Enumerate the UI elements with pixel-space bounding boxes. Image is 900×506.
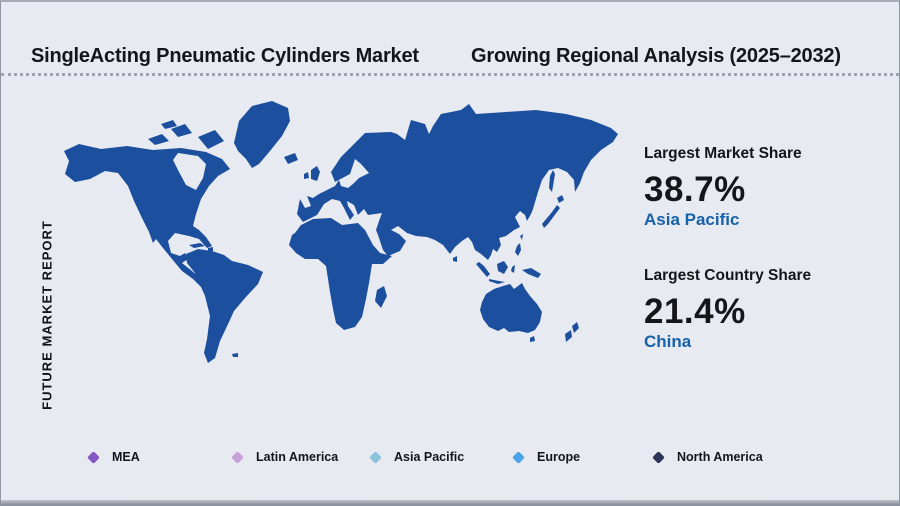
legend-item-mea: MEA (87, 449, 140, 465)
europe-dot-icon (512, 450, 525, 464)
stat-country-share-label: Largest Country Share (644, 267, 812, 284)
mea-dot-icon (87, 450, 100, 464)
legend-item-asia-pacific: Asia Pacific (369, 449, 465, 465)
world-map (64, 101, 618, 363)
infographic-root: SingleActing Pneumatic Cylinders Market … (0, 0, 900, 506)
legend-label: North America (677, 450, 763, 464)
north-america-dot-icon (652, 450, 665, 464)
legend-label: MEA (112, 450, 140, 464)
stat-market-share-label: Largest Market Share (644, 145, 802, 162)
legend-label: Europe (537, 450, 581, 464)
legend-label: Latin America (256, 450, 339, 464)
dotted-divider (1, 73, 899, 76)
legend-item-europe: Europe (512, 449, 581, 465)
page-subtitle: Growing Regional Analysis (2025–2032) (471, 45, 841, 67)
latin-america-dot-icon (231, 450, 244, 464)
stat-market-share-region: Asia Pacific (644, 210, 740, 229)
stat-country-share-region: China (644, 332, 692, 351)
legend-item-north-america: North America (652, 449, 763, 465)
stat-market-share-value: 38.7% (644, 170, 746, 209)
legend-label: Asia Pacific (394, 450, 465, 464)
asia-pacific-dot-icon (369, 450, 382, 464)
legend-item-latin-america: Latin America (231, 449, 339, 465)
page-title: SingleActing Pneumatic Cylinders Market (31, 45, 419, 67)
stat-country-share-value: 21.4% (644, 292, 746, 331)
world-land (64, 101, 618, 363)
